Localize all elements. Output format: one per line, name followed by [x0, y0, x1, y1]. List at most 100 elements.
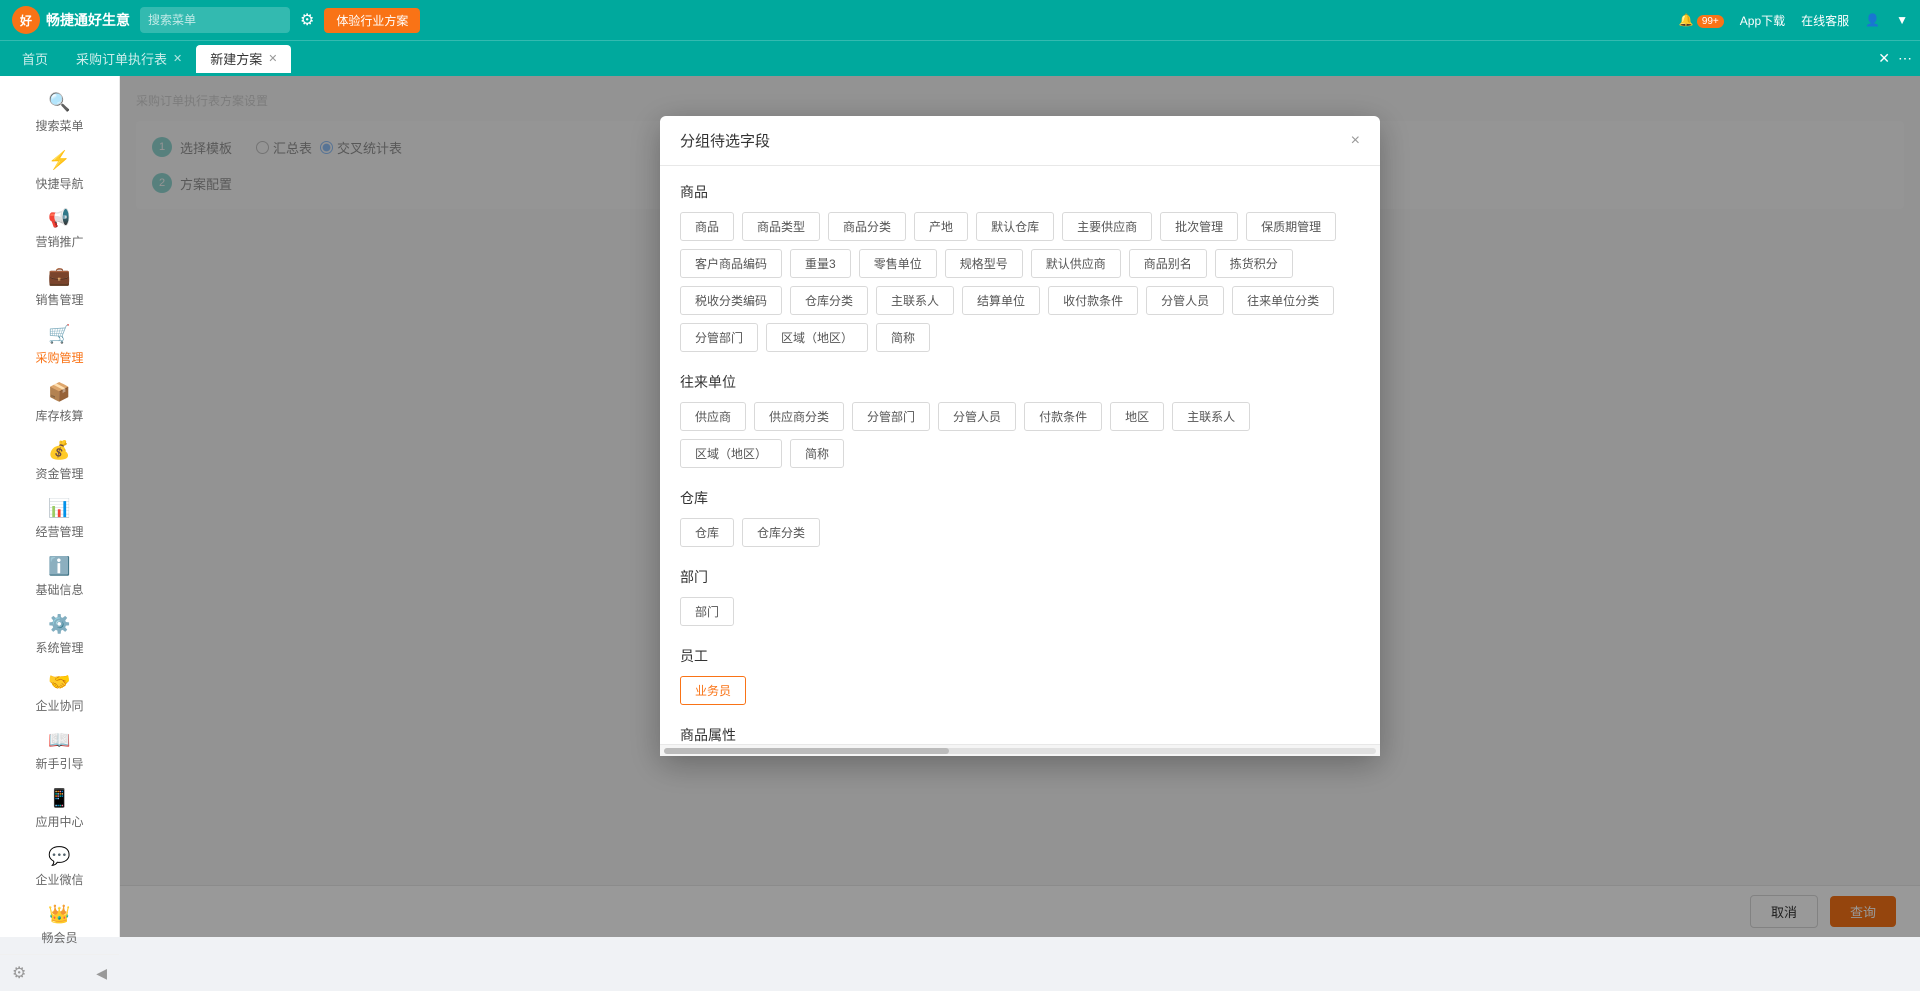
- sidebar-label-inventory: 库存核算: [35, 407, 83, 424]
- tabs-close-icon[interactable]: ✕: [1878, 50, 1890, 67]
- field-short-name2[interactable]: 简称: [790, 439, 844, 468]
- sidebar-gear-icon[interactable]: ⚙: [12, 963, 26, 983]
- gear-icon[interactable]: ⚙: [300, 10, 314, 30]
- field-expiry-mgmt[interactable]: 保质期管理: [1246, 212, 1336, 241]
- modal-close-button[interactable]: ×: [1351, 133, 1360, 149]
- field-warehouse-category[interactable]: 仓库分类: [742, 518, 820, 547]
- field-region2[interactable]: 区域（地区）: [680, 439, 782, 468]
- basicinfo-icon: ℹ️: [48, 556, 70, 577]
- sidebar-item-marketing[interactable]: 📢 营销推广: [0, 200, 119, 258]
- field-settlement-unit[interactable]: 结算单位: [962, 286, 1040, 315]
- tab-purchase-exec-close[interactable]: ✕: [173, 52, 182, 65]
- sidebar-label-sales: 销售管理: [35, 291, 83, 308]
- field-warehouse[interactable]: 仓库: [680, 518, 734, 547]
- field-short-name[interactable]: 简称: [876, 323, 930, 352]
- finance-icon: 💰: [48, 440, 70, 461]
- field-spec-model[interactable]: 规格型号: [945, 249, 1023, 278]
- app-download-link[interactable]: App下载: [1740, 12, 1785, 29]
- field-tax-code[interactable]: 税收分类编码: [680, 286, 782, 315]
- user-menu[interactable]: ▼: [1896, 13, 1908, 27]
- sidebar-item-purchase[interactable]: 🛒 采购管理: [0, 316, 119, 374]
- sidebar-item-basicinfo[interactable]: ℹ️ 基础信息: [0, 548, 119, 606]
- field-customer-code[interactable]: 客户商品编码: [680, 249, 782, 278]
- section-dept: 部门 部门: [680, 567, 1360, 626]
- sidebar-item-wechat[interactable]: 💬 企业微信: [0, 838, 119, 896]
- field-origin[interactable]: 产地: [914, 212, 968, 241]
- member-icon: 👑: [48, 904, 70, 925]
- sidebar-item-sales[interactable]: 💼 销售管理: [0, 258, 119, 316]
- tab-new-plan[interactable]: 新建方案 ✕: [196, 45, 291, 73]
- field-main-contact2[interactable]: 主联系人: [1172, 402, 1250, 431]
- field-dept-managed2[interactable]: 分管部门: [852, 402, 930, 431]
- field-manager2[interactable]: 分管人员: [938, 402, 1016, 431]
- sidebar-label-wechat: 企业微信: [35, 871, 83, 888]
- field-product[interactable]: 商品: [680, 212, 734, 241]
- field-product-alias[interactable]: 商品别名: [1129, 249, 1207, 278]
- field-batch-mgmt[interactable]: 批次管理: [1160, 212, 1238, 241]
- experience-button[interactable]: 体验行业方案: [324, 8, 420, 33]
- field-pick-points[interactable]: 拣货积分: [1215, 249, 1293, 278]
- tab-purchase-exec-label: 采购订单执行表: [76, 49, 167, 68]
- sidebar-label-system: 系统管理: [35, 639, 83, 656]
- notification-badge: 99+: [1697, 15, 1724, 28]
- field-region[interactable]: 区域（地区）: [766, 323, 868, 352]
- sidebar-item-shortcuts[interactable]: ⚡ 快捷导航: [0, 142, 119, 200]
- modal-title: 分组待选字段: [680, 130, 770, 151]
- field-area[interactable]: 地区: [1110, 402, 1164, 431]
- topbar-right: 🔔 99+ App下载 在线客服 👤 ▼: [1679, 12, 1908, 29]
- dept-fields: 部门: [680, 597, 1360, 626]
- field-main-contact[interactable]: 主联系人: [876, 286, 954, 315]
- field-payment-terms[interactable]: 收付款条件: [1048, 286, 1138, 315]
- online-service-link[interactable]: 在线客服: [1801, 12, 1849, 29]
- sidebar-collapse-icon[interactable]: ◀: [96, 965, 107, 982]
- field-product-type[interactable]: 商品类型: [742, 212, 820, 241]
- tab-home[interactable]: 首页: [8, 45, 62, 73]
- sidebar-item-guide[interactable]: 📖 新手引导: [0, 722, 119, 780]
- modal-body: 商品 商品 商品类型 商品分类 产地 默认仓库 主要供应商 批次管理 保质期管理…: [660, 166, 1380, 744]
- field-warehouse-cat[interactable]: 仓库分类: [790, 286, 868, 315]
- field-payment-terms2[interactable]: 付款条件: [1024, 402, 1102, 431]
- field-supplier-cat[interactable]: 供应商分类: [754, 402, 844, 431]
- section-dept-title: 部门: [680, 567, 1360, 587]
- field-main-supplier[interactable]: 主要供应商: [1062, 212, 1152, 241]
- modal-header: 分组待选字段 ×: [660, 116, 1380, 166]
- field-retail-unit[interactable]: 零售单位: [859, 249, 937, 278]
- tab-purchase-exec[interactable]: 采购订单执行表 ✕: [62, 45, 196, 73]
- sidebar-item-inventory[interactable]: 📦 库存核算: [0, 374, 119, 432]
- section-warehouse: 仓库 仓库 仓库分类: [680, 488, 1360, 547]
- sidebar-item-appcenter[interactable]: 📱 应用中心: [0, 780, 119, 838]
- field-partner-category[interactable]: 往来单位分类: [1232, 286, 1334, 315]
- field-salesperson[interactable]: 业务员: [680, 676, 746, 705]
- user-avatar[interactable]: 👤: [1865, 13, 1880, 27]
- tab-new-plan-close[interactable]: ✕: [268, 52, 277, 65]
- modal-dialog: 分组待选字段 × 商品 商品 商品类型 商品分类 产地 默认仓库: [660, 116, 1380, 756]
- sidebar-item-member[interactable]: 👑 畅会员: [0, 896, 119, 954]
- field-default-supplier[interactable]: 默认供应商: [1031, 249, 1121, 278]
- sidebar-item-collab[interactable]: 🤝 企业协同: [0, 664, 119, 722]
- field-supplier[interactable]: 供应商: [680, 402, 746, 431]
- field-product-category[interactable]: 商品分类: [828, 212, 906, 241]
- field-dept[interactable]: 部门: [680, 597, 734, 626]
- sidebar-item-finance[interactable]: 💰 资金管理: [0, 432, 119, 490]
- sidebar-item-operations[interactable]: 📊 经营管理: [0, 490, 119, 548]
- app-name: 畅捷通好生意: [46, 10, 130, 30]
- field-default-warehouse[interactable]: 默认仓库: [976, 212, 1054, 241]
- notification-area[interactable]: 🔔 99+: [1679, 13, 1724, 27]
- modal-hscroll[interactable]: [660, 744, 1380, 756]
- hscroll-track: [664, 748, 1376, 754]
- nav-tabs: 首页 采购订单执行表 ✕ 新建方案 ✕ ✕ ⋯: [0, 40, 1920, 76]
- sidebar-label-shortcuts: 快捷导航: [35, 175, 83, 192]
- wechat-icon: 💬: [48, 846, 70, 867]
- employee-fields: 业务员: [680, 676, 1360, 705]
- sidebar-item-search[interactable]: 🔍 搜索菜单: [0, 84, 119, 142]
- field-weight[interactable]: 重量3: [790, 249, 851, 278]
- sidebar-label-purchase: 采购管理: [35, 349, 83, 366]
- content-area: 采购订单执行表方案设置 1 选择模板 汇总表 交叉统计表 2: [120, 76, 1920, 937]
- search-input[interactable]: [140, 7, 290, 33]
- sidebar-label-collab: 企业协同: [35, 697, 83, 714]
- field-dept-managed[interactable]: 分管部门: [680, 323, 758, 352]
- tabs-expand-icon[interactable]: ⋯: [1898, 50, 1912, 67]
- sidebar-item-system[interactable]: ⚙️ 系统管理: [0, 606, 119, 664]
- tab-home-label: 首页: [22, 49, 48, 68]
- field-manager[interactable]: 分管人员: [1146, 286, 1224, 315]
